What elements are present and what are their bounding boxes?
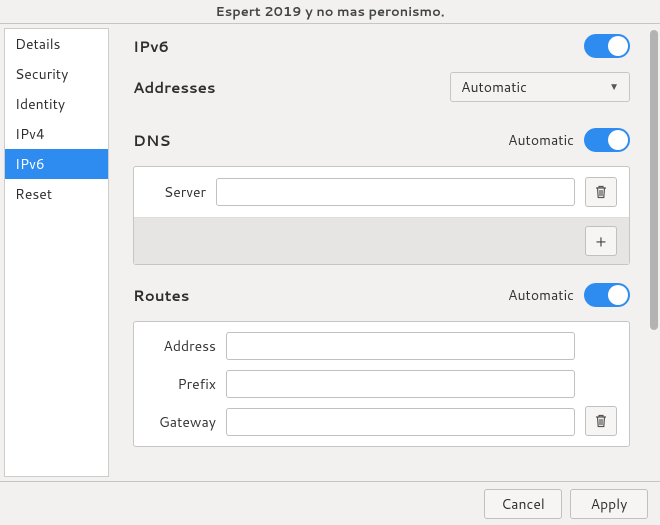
dns-delete-button[interactable]	[585, 177, 617, 207]
route-prefix-label: Prefix	[146, 374, 216, 394]
trash-icon	[594, 414, 608, 428]
addresses-mode-select[interactable]: Automatic ▼	[450, 72, 630, 102]
trash-icon	[594, 185, 608, 199]
route-prefix-input[interactable]	[226, 370, 575, 398]
dns-auto-label: Automatic	[508, 130, 574, 150]
sidebar-item-reset[interactable]: Reset	[5, 179, 108, 209]
sidebar-item-ipv4[interactable]: IPv4	[5, 119, 108, 149]
route-address-label: Address	[146, 336, 216, 356]
route-gateway-input[interactable]	[226, 408, 575, 436]
content-wrap: IPv6 Addresses Automatic ▼ DNS Automatic	[109, 24, 660, 481]
dns-panel: Server +	[133, 166, 630, 265]
apply-button[interactable]: Apply	[570, 489, 648, 519]
sidebar-item-details[interactable]: Details	[5, 29, 108, 59]
window-title: Espert 2019 y no mas peronismo.	[0, 0, 660, 24]
plus-icon: +	[596, 230, 607, 253]
dns-server-label: Server	[146, 182, 206, 202]
dialog-body: Details Security Identity IPv4 IPv6 Rese…	[0, 24, 660, 481]
dns-add-button[interactable]: +	[585, 226, 617, 256]
scrollbar[interactable]	[648, 24, 660, 481]
scrollbar-thumb[interactable]	[650, 30, 658, 330]
dns-server-input[interactable]	[216, 178, 575, 206]
routes-auto-label: Automatic	[508, 285, 574, 305]
settings-content: IPv6 Addresses Automatic ▼ DNS Automatic	[109, 24, 648, 481]
route-gateway-label: Gateway	[146, 412, 216, 432]
cancel-button[interactable]: Cancel	[484, 489, 562, 519]
dns-heading: DNS	[133, 130, 171, 151]
ipv6-toggle[interactable]	[584, 34, 630, 58]
dialog-footer: Cancel Apply	[0, 481, 660, 525]
ipv6-heading: IPv6	[133, 36, 169, 57]
addresses-mode-value: Automatic	[461, 77, 527, 97]
routes-auto-toggle[interactable]	[584, 283, 630, 307]
chevron-down-icon: ▼	[609, 80, 619, 94]
route-delete-button[interactable]	[585, 406, 617, 436]
sidebar-item-identity[interactable]: Identity	[5, 89, 108, 119]
dns-add-row: +	[134, 218, 629, 264]
sidebar-item-security[interactable]: Security	[5, 59, 108, 89]
sidebar: Details Security Identity IPv4 IPv6 Rese…	[4, 28, 109, 477]
routes-panel: Address Prefix Gateway	[133, 321, 630, 447]
sidebar-item-ipv6[interactable]: IPv6	[5, 149, 108, 179]
dns-auto-toggle[interactable]	[584, 128, 630, 152]
addresses-label: Addresses	[133, 77, 216, 98]
route-address-input[interactable]	[226, 332, 575, 360]
routes-heading: Routes	[133, 285, 189, 306]
